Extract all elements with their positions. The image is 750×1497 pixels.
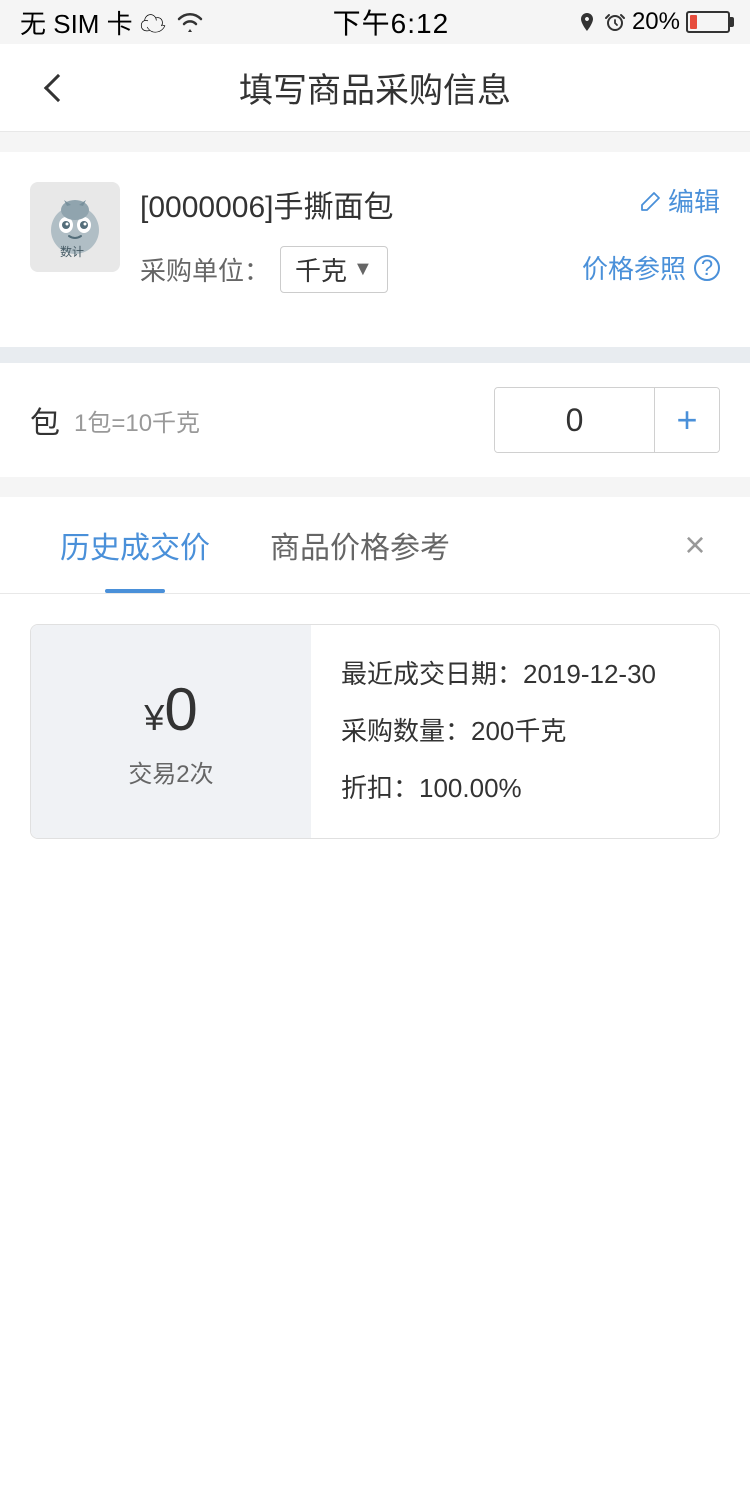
alarm-icon <box>604 11 626 33</box>
unit-badge: 包 <box>30 398 60 442</box>
status-bar: 无 SIM 卡 ☁ 下午6:12 20% <box>0 0 750 44</box>
tab-price-ref[interactable]: 商品价格参考 <box>240 497 480 593</box>
page-background <box>0 869 750 1497</box>
product-thumbnail: 数计 <box>30 182 120 272</box>
product-info: [0000006]手撕面包 采购单位： 千克 ▼ <box>140 182 393 293</box>
product-logo: 数计 <box>40 192 110 262</box>
product-header: 数计 [0000006]手撕面包 采购单位： 千克 ▼ <box>30 182 720 293</box>
price-amount: 0 <box>164 676 197 743</box>
unit-equiv: 1包=10千克 <box>74 403 200 438</box>
tabs-close-button[interactable]: × <box>670 520 720 570</box>
currency-symbol: ¥ <box>144 697 164 738</box>
last-trade-date: 2019-12-30 <box>523 659 656 689</box>
discount-label: 折扣： <box>341 773 419 803</box>
unit-value: 千克 <box>295 251 347 288</box>
tabs-header: 历史成交价 商品价格参考 × <box>0 497 750 594</box>
purchase-qty-label: 采购数量： <box>341 716 471 746</box>
quantity-row: 包 1包=10千克 + <box>0 363 750 477</box>
tab-history-price[interactable]: 历史成交价 <box>30 497 240 593</box>
price-ref-label: 价格参照 <box>582 249 686 286</box>
section-divider <box>0 347 750 363</box>
tab-price-ref-label: 商品价格参考 <box>270 532 450 565</box>
price-ref-button[interactable]: 价格参照 ? <box>582 249 720 286</box>
price-right-panel: 最近成交日期：2019-12-30 采购数量：200千克 折扣：100.00% <box>311 625 719 838</box>
product-left: 数计 [0000006]手撕面包 采购单位： 千克 ▼ <box>30 182 393 293</box>
edit-button[interactable]: 编辑 <box>640 182 720 219</box>
back-arrow-icon <box>44 73 72 101</box>
status-right: 20% <box>576 8 730 36</box>
unit-dropdown-icon: ▼ <box>353 258 373 281</box>
edit-label: 编辑 <box>668 182 720 219</box>
discount-value: 100.00% <box>419 773 522 803</box>
battery-icon <box>686 11 730 33</box>
trade-count: 交易2次 <box>128 754 213 789</box>
battery-percent: 20% <box>632 8 680 36</box>
price-card: ¥0 交易2次 最近成交日期：2019-12-30 采购数量：200千克 折扣：… <box>30 624 720 839</box>
tab-history-label: 历史成交价 <box>60 532 210 565</box>
price-content: ¥0 交易2次 最近成交日期：2019-12-30 采购数量：200千克 折扣：… <box>0 594 750 869</box>
sim-status: 无 SIM 卡 ☁ <box>20 4 166 41</box>
edit-icon <box>640 190 662 212</box>
quantity-control: + <box>494 387 720 453</box>
product-actions: 编辑 价格参照 ? <box>582 182 720 286</box>
tabs-section: 历史成交价 商品价格参考 × ¥0 交易2次 最近成交日期：2019-12-30… <box>0 497 750 869</box>
status-left: 无 SIM 卡 ☁ <box>20 4 206 41</box>
wifi-icon <box>174 11 206 33</box>
back-button[interactable] <box>30 63 80 113</box>
price-left-panel: ¥0 交易2次 <box>31 625 311 838</box>
location-icon <box>576 11 598 33</box>
page-title: 填写商品采购信息 <box>239 63 511 112</box>
price-display: ¥0 <box>144 675 197 744</box>
quantity-input[interactable] <box>495 388 655 452</box>
purchase-unit-row: 采购单位： 千克 ▼ <box>140 246 393 293</box>
discount-row: 折扣：100.00% <box>341 769 689 808</box>
nav-bar: 填写商品采购信息 <box>0 44 750 132</box>
purchase-qty-value: 200千克 <box>471 716 566 746</box>
unit-selector[interactable]: 千克 ▼ <box>280 246 388 293</box>
last-trade-label: 最近成交日期： <box>341 659 523 689</box>
quantity-label: 包 1包=10千克 <box>30 398 200 442</box>
purchase-qty-row: 采购数量：200千克 <box>341 712 689 751</box>
product-card: 数计 [0000006]手撕面包 采购单位： 千克 ▼ <box>0 152 750 347</box>
purchase-unit-label: 采购单位： <box>140 251 270 288</box>
status-time: 下午6:12 <box>333 2 450 42</box>
help-icon: ? <box>694 255 720 281</box>
last-trade-row: 最近成交日期：2019-12-30 <box>341 655 689 694</box>
product-name: [0000006]手撕面包 <box>140 182 393 226</box>
quantity-plus-button[interactable]: + <box>655 388 719 452</box>
svg-text:数计: 数计 <box>60 244 84 259</box>
